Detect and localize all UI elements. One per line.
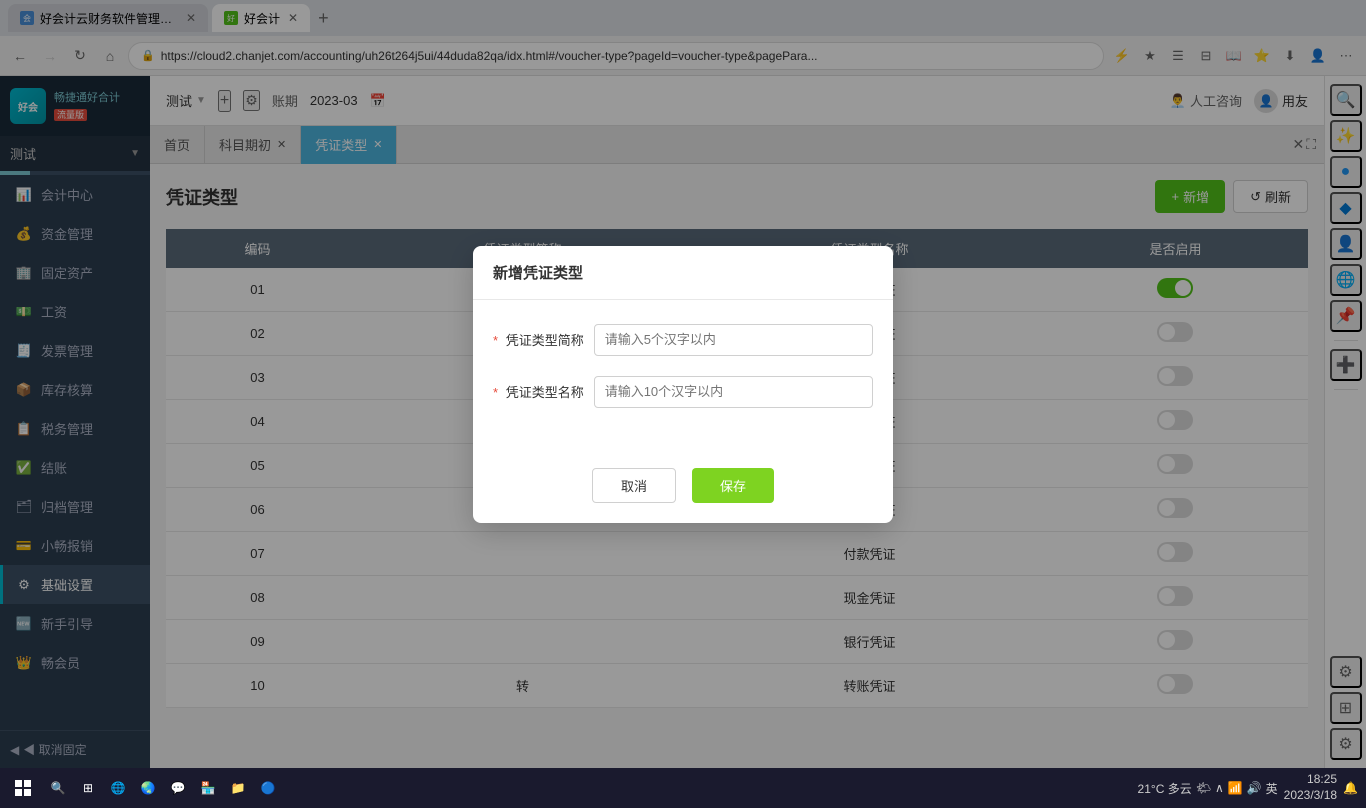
tb-task-icon[interactable]: ⊞ [76, 776, 100, 800]
required-mark-2: * [493, 385, 498, 400]
form-row-full: * 凭证类型名称 [493, 376, 873, 408]
sys-tray: 21°C 多云 🌤 ∧ 📶 🔊 英 [1138, 780, 1278, 797]
clock-area[interactable]: 18:25 2023/3/18 [1284, 772, 1337, 803]
clock-time: 18:25 [1284, 772, 1337, 788]
cancel-button[interactable]: 取消 [592, 468, 676, 503]
tb-search-icon[interactable]: 🔍 [46, 776, 70, 800]
taskbar-left: 🔍 ⊞ 🌐 🌏 💬 🏪 📁 🔵 [8, 773, 280, 803]
tb-chrome-icon[interactable]: 🌏 [136, 776, 160, 800]
tray-up-icon[interactable]: ∧ [1215, 781, 1224, 795]
short-name-input[interactable] [594, 324, 873, 356]
tb-edge-icon[interactable]: 🌐 [106, 776, 130, 800]
required-mark-1: * [493, 333, 498, 348]
short-name-label-text: 凭证类型简称 [506, 333, 584, 348]
modal-header: 新增凭证类型 [473, 246, 893, 300]
start-button[interactable] [8, 773, 38, 803]
modal-footer: 取消 保存 [473, 452, 893, 523]
save-button[interactable]: 保存 [692, 468, 774, 503]
taskbar-icons: 🔍 ⊞ 🌐 🌏 💬 🏪 📁 🔵 [46, 776, 280, 800]
weather-icon: 🌤 [1196, 781, 1211, 795]
volume-icon[interactable]: 🔊 [1247, 781, 1262, 795]
tb-msedge-icon[interactable]: 🔵 [256, 776, 280, 800]
network-icon[interactable]: 📶 [1228, 781, 1243, 795]
notification-icon[interactable]: 🔔 [1343, 781, 1358, 795]
modal-overlay: 新增凭证类型 * 凭证类型简称 * 凭证类型名称 取消 保存 [0, 0, 1366, 768]
modal-body: * 凭证类型简称 * 凭证类型名称 [473, 300, 893, 452]
full-name-label-text: 凭证类型名称 [506, 385, 584, 400]
lang-indicator: 英 [1266, 780, 1278, 797]
form-row-short: * 凭证类型简称 [493, 324, 873, 356]
clock-date: 2023/3/18 [1284, 788, 1337, 804]
short-name-label: * 凭证类型简称 [493, 330, 594, 349]
taskbar: 🔍 ⊞ 🌐 🌏 💬 🏪 📁 🔵 21°C 多云 🌤 ∧ 📶 🔊 英 18:25 … [0, 768, 1366, 808]
tb-store-icon[interactable]: 🏪 [196, 776, 220, 800]
taskbar-right: 21°C 多云 🌤 ∧ 📶 🔊 英 18:25 2023/3/18 🔔 [1138, 772, 1358, 803]
full-name-label: * 凭证类型名称 [493, 382, 594, 401]
weather-text: 21°C 多云 [1138, 780, 1192, 797]
tb-wechat-icon[interactable]: 💬 [166, 776, 190, 800]
tb-folder-icon[interactable]: 📁 [226, 776, 250, 800]
modal: 新增凭证类型 * 凭证类型简称 * 凭证类型名称 取消 保存 [473, 246, 893, 523]
full-name-input[interactable] [594, 376, 873, 408]
